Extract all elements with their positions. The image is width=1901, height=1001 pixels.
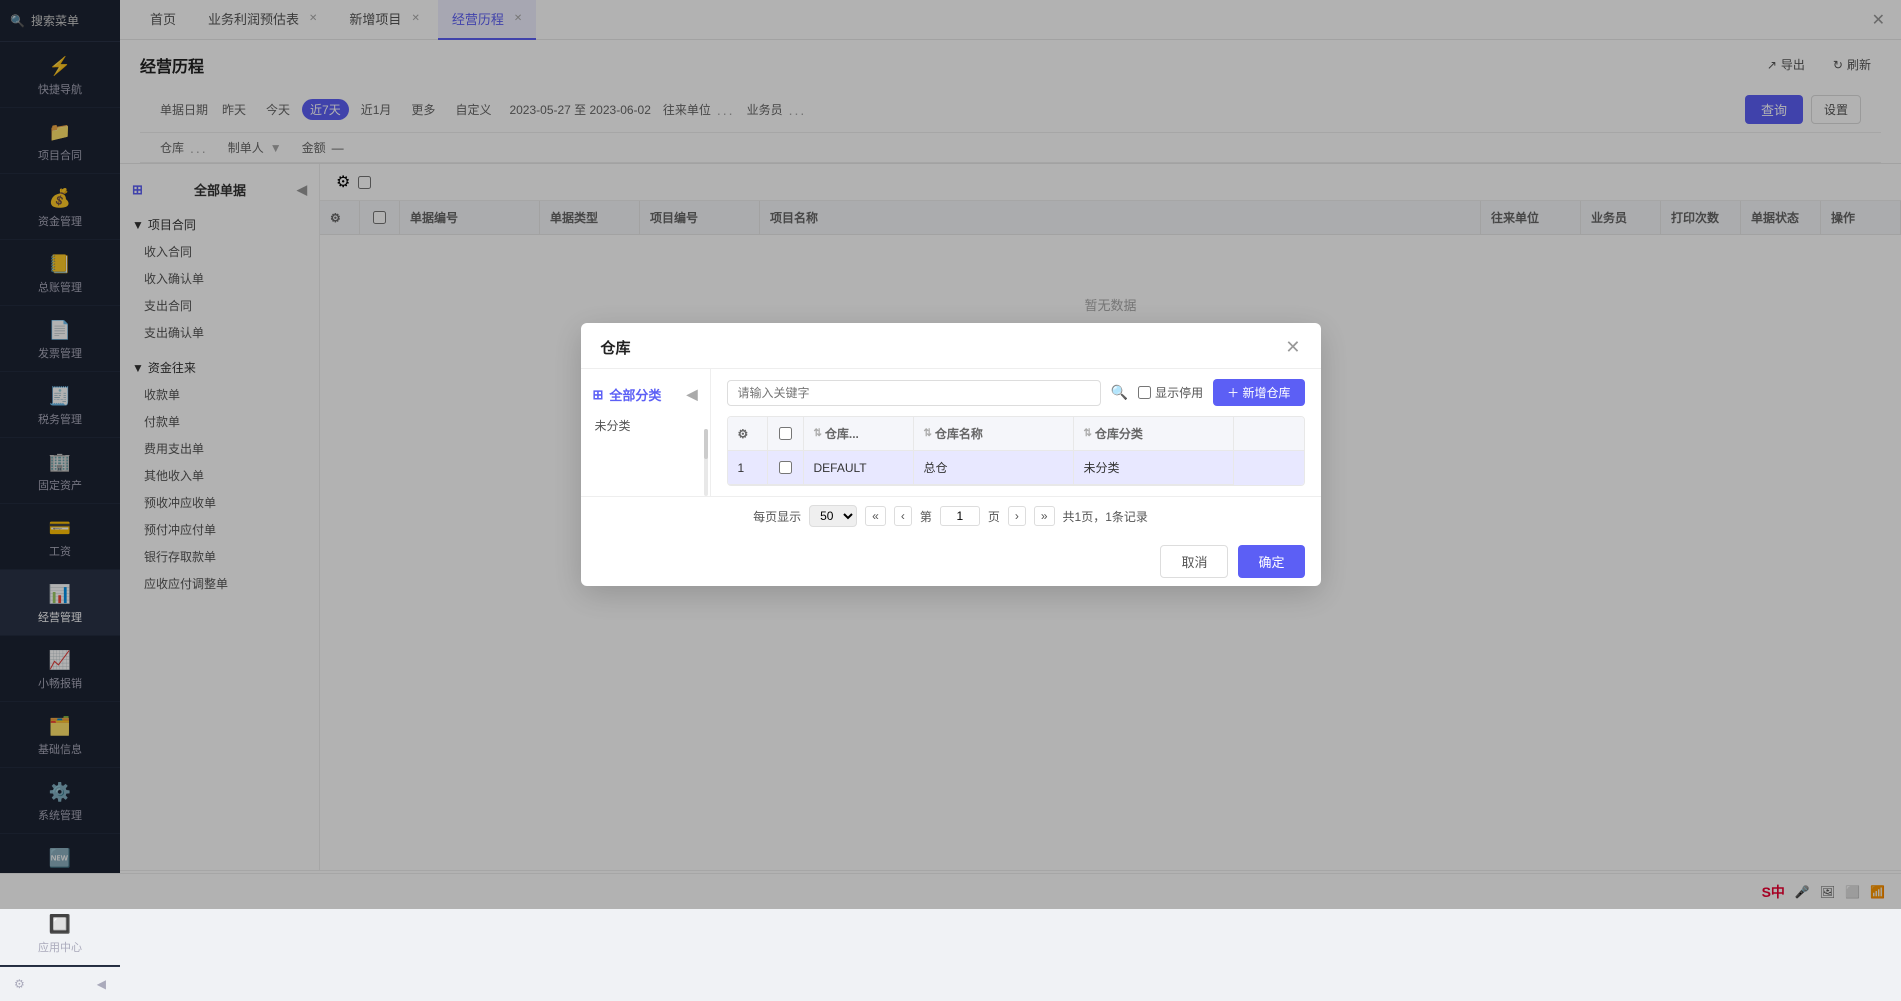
modal-td-name: 总仓 [914,451,1074,485]
modal-all-label[interactable]: 全部分类 [609,385,661,404]
modal-th-category: ⇅ 仓库分类 [1074,417,1234,450]
modal-th-checkbox[interactable] [768,417,804,450]
modal-show-disabled-label: 显示停用 [1138,384,1203,401]
modal-add-button[interactable]: ＋ 新增仓库 [1213,379,1304,406]
modal-close-button[interactable]: ✕ [1285,337,1300,358]
modal-td-seq: 1 [728,451,768,485]
modal-search-input[interactable] [727,380,1101,406]
modal-toolbar: 🔍 显示停用 ＋ 新增仓库 [727,379,1305,406]
modal-scrollbar-track [704,429,708,496]
modal-per-page-label: 每页显示 [753,508,801,525]
modal-page-label: 第 [920,508,932,525]
modal-pagination: 每页显示 50 « ‹ 第 页 › » 共1页，1条记录 [597,505,1305,527]
modal-scrollbar-thumb [704,429,708,459]
modal-th-name: ⇅ 仓库名称 [914,417,1074,450]
sidebar-item-label: 应用中心 [38,939,82,955]
modal-td-checkbox[interactable] [768,451,804,485]
modal-table-header: ⚙ ⇅ 仓库... ⇅ 仓库名称 ⇅ 仓库分类 [728,417,1304,451]
modal-prev-page[interactable]: ‹ [894,506,912,526]
modal-first-page[interactable]: « [865,506,886,526]
modal-last-page[interactable]: » [1034,506,1055,526]
modal-sidebar: ⊞ 全部分类 ◀ 未分类 [581,369,711,496]
modal-show-disabled-checkbox[interactable] [1138,386,1151,399]
modal-footer: 每页显示 50 « ‹ 第 页 › » 共1页，1条记录 取消 确定 [581,496,1321,586]
modal-body: ⊞ 全部分类 ◀ 未分类 🔍 显示停用 [581,369,1321,496]
sidebar-bottom: ⚙ ◀ [0,966,120,1001]
appcenter-icon: 🔲 [49,914,71,935]
modal-title: 仓库 [601,337,631,358]
modal-next-page[interactable]: › [1008,506,1026,526]
modal-page-input[interactable] [940,506,980,526]
warehouse-modal: 仓库 ✕ ⊞ 全部分类 ◀ 未分类 [581,323,1321,586]
modal-right-content: 🔍 显示停用 ＋ 新增仓库 ⚙ ⇅ 仓库... [711,369,1321,496]
modal-sidebar-header: ⊞ 全部分类 ◀ [581,379,710,410]
collapse-icon[interactable]: ◀ [97,977,106,991]
modal-table-row[interactable]: 1 DEFAULT 总仓 未分类 [728,451,1304,485]
settings-icon[interactable]: ⚙ [14,977,25,991]
modal-search-button[interactable]: 🔍 [1111,384,1128,401]
modal-th-code: ⇅ 仓库... [804,417,914,450]
modal-per-page-select[interactable]: 50 [809,505,857,527]
modal-total: 共1页，1条记录 [1063,508,1148,525]
sidebar-item-appcenter[interactable]: 🔲 应用中心 [0,900,120,966]
modal-page-suffix: 页 [988,508,1000,525]
modal-header: 仓库 ✕ [581,323,1321,369]
modal-actions: 取消 确定 [597,537,1305,578]
modal-sidebar-collapse[interactable]: ◀ [687,386,698,403]
modal-td-code: DEFAULT [804,451,914,485]
modal-confirm-button[interactable]: 确定 [1238,545,1304,578]
modal-sidebar-unclassified[interactable]: 未分类 [581,410,710,441]
modal-cancel-button[interactable]: 取消 [1160,545,1228,578]
grid-icon: ⊞ [593,387,604,403]
modal-td-category: 未分类 [1074,451,1234,485]
modal-th-settings: ⚙ [728,417,768,450]
modal-overlay: 仓库 ✕ ⊞ 全部分类 ◀ 未分类 [0,0,1901,909]
modal-table: ⚙ ⇅ 仓库... ⇅ 仓库名称 ⇅ 仓库分类 [727,416,1305,486]
